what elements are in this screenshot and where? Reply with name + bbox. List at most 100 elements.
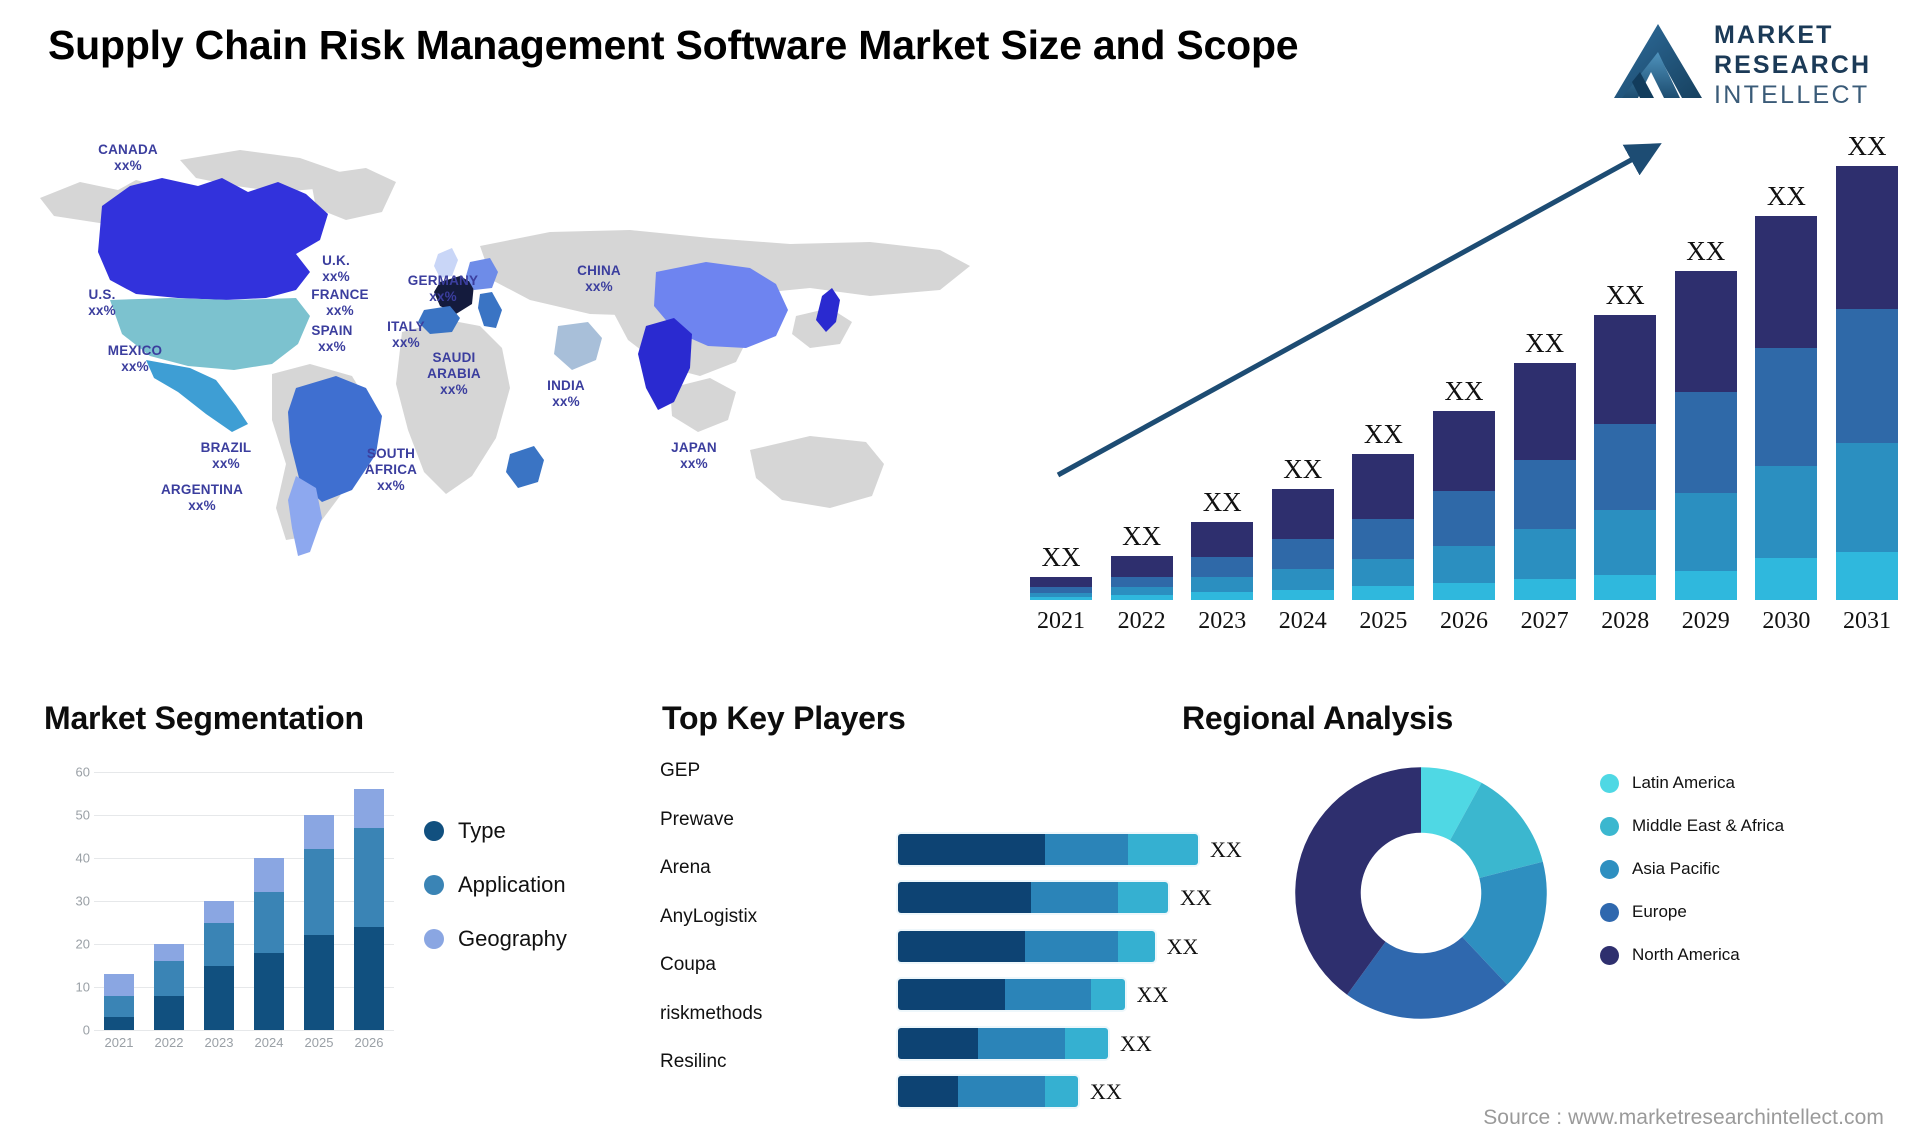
forecast-bar: XX	[1513, 328, 1576, 600]
map-label-country: SPAIN	[311, 323, 353, 338]
forecast-bar-segment	[1110, 587, 1173, 595]
forecast-year-label: 2030	[1762, 608, 1811, 634]
segmentation-bar	[204, 901, 234, 1030]
player-bar-segment	[898, 979, 1005, 1010]
segmentation-bar	[354, 789, 384, 1030]
forecast-bar-segment	[1836, 551, 1898, 600]
map-label-value: xx%	[377, 478, 405, 493]
player-bar	[898, 930, 1155, 962]
forecast-bar-segment	[1836, 166, 1898, 309]
players-title: Top Key Players	[662, 700, 906, 736]
segmentation-bar-segment	[104, 1017, 134, 1030]
player-bar-segment	[1004, 979, 1092, 1010]
segmentation-legend: Type Application Geography	[424, 818, 567, 980]
forecast-bar-segment	[1433, 583, 1495, 600]
forecast-bar-segment	[1110, 576, 1173, 588]
segmentation-bar	[154, 944, 184, 1030]
forecast-bar-value: XX	[1686, 235, 1726, 266]
map-label-value: xx%	[121, 359, 149, 374]
forecast-year-label: 2028	[1601, 608, 1650, 634]
forecast-bar-segment	[1191, 557, 1254, 577]
segmentation-y-tick: 0	[82, 1022, 90, 1038]
forecast-year-label: 2026	[1440, 608, 1488, 634]
segmentation-bar-segment	[254, 858, 284, 893]
logo-line-intellect: INTELLECT	[1714, 81, 1870, 109]
forecast-bar-segment	[1433, 491, 1495, 546]
forecast-bar-segment	[1755, 558, 1818, 600]
page-title: Supply Chain Risk Management Software Ma…	[48, 22, 1299, 68]
logo-line-market: MARKET	[1714, 21, 1834, 49]
player-name: Prewave	[660, 808, 734, 830]
player-bar-segment	[898, 833, 1045, 865]
map-label-value: xx%	[88, 303, 116, 318]
segmentation-legend-item[interactable]: Type	[424, 818, 567, 844]
player-bar-segment	[1117, 930, 1155, 962]
legend-dot-icon	[1600, 860, 1619, 879]
forecast-bar-segment	[1674, 493, 1737, 571]
forecast-bar-segment	[1674, 270, 1737, 393]
forecast-year-label: 2023	[1198, 608, 1247, 634]
logo-line-research: RESEARCH	[1714, 51, 1872, 79]
legend-dot-icon	[1600, 946, 1619, 965]
map-label-value: xx%	[552, 394, 580, 409]
segmentation-plot: 0 10 20 30 40 50 60 2021 2022 2023 2024 2025 2026	[76, 765, 394, 1050]
forecast-bars: XX XX XX XX XX XX XX XX XX XX XX	[1030, 130, 1898, 600]
map-label-argentina: ARGENTINA xx%	[161, 482, 243, 514]
segmentation-title: Market Segmentation	[44, 700, 364, 736]
map-label-value: xx%	[680, 456, 708, 471]
map-label-japan: JAPAN xx%	[671, 440, 717, 472]
forecast-bar: XX	[1352, 419, 1415, 600]
regional-legend-item[interactable]: Middle East & Africa	[1600, 815, 1900, 836]
map-label-brazil: BRAZIL xx%	[201, 440, 252, 472]
map-region-canada	[98, 178, 328, 300]
forecast-bar: XX	[1594, 280, 1657, 600]
map-label-country: BRAZIL	[200, 440, 252, 455]
map-label-mexico: MEXICO xx%	[108, 343, 162, 375]
regional-legend-item[interactable]: North America	[1600, 944, 1900, 965]
forecast-bar: XX	[1110, 521, 1173, 600]
segmentation-bar-segment	[104, 974, 134, 996]
segmentation-bar-segment	[104, 995, 134, 1018]
forecast-bar-segment	[1594, 509, 1657, 575]
player-bar-segment	[1031, 882, 1118, 913]
segmentation-x-tick: 2024	[254, 1035, 284, 1050]
forecast-bar-segment	[1352, 586, 1415, 600]
regional-legend-label: North America	[1632, 945, 1740, 964]
regional-legend-item[interactable]: Europe	[1600, 901, 1900, 922]
forecast-year-label: 2021	[1037, 608, 1085, 634]
player-bar-segment	[1044, 833, 1128, 865]
player-name: GEP	[660, 760, 701, 781]
forecast-bar-segment	[1755, 216, 1818, 349]
forecast-bar-value: XX	[1766, 181, 1806, 212]
forecast-bar-segment	[1674, 392, 1737, 494]
forecast-bar: XX	[1433, 376, 1495, 600]
segmentation-gridline	[94, 772, 394, 773]
forecast-bar-segment	[1191, 591, 1254, 600]
player-bar	[898, 979, 1125, 1010]
forecast-year-label: 2027	[1520, 608, 1569, 634]
forecast-bar-value: XX	[1605, 279, 1645, 310]
player-name: riskmethods	[660, 1002, 763, 1024]
forecast-bar-value: XX	[1847, 131, 1887, 161]
segmentation-legend-label: Geography	[458, 926, 567, 951]
forecast-bar: XX	[1674, 236, 1737, 600]
forecast-bar-segment	[1110, 594, 1173, 600]
forecast-bar-value: XX	[1363, 419, 1403, 450]
regional-legend-item[interactable]: Latin America	[1600, 772, 1900, 793]
forecast-bar: XX	[1030, 542, 1092, 600]
regional-legend-item[interactable]: Asia Pacific	[1600, 858, 1900, 879]
player-bar-value: XX	[1090, 1079, 1122, 1104]
forecast-bar: XX	[1836, 131, 1898, 600]
brand-logo: MARKET RESEARCH INTELLECT	[1610, 14, 1882, 109]
player-bar	[898, 1027, 1108, 1059]
infographic-root: Supply Chain Risk Management Software Ma…	[0, 0, 1920, 1146]
map-label-country: ITALY	[387, 319, 425, 334]
player-bar-segment	[898, 882, 1032, 913]
segmentation-legend-item[interactable]: Geography	[424, 926, 567, 952]
segmentation-legend-item[interactable]: Application	[424, 872, 567, 898]
regional-legend-label: Latin America	[1632, 773, 1735, 792]
forecast-bar-segment	[1030, 576, 1092, 588]
segmentation-bar-segment	[304, 815, 334, 850]
forecast-bar-segment	[1513, 363, 1576, 460]
legend-dot-icon	[1600, 903, 1619, 922]
